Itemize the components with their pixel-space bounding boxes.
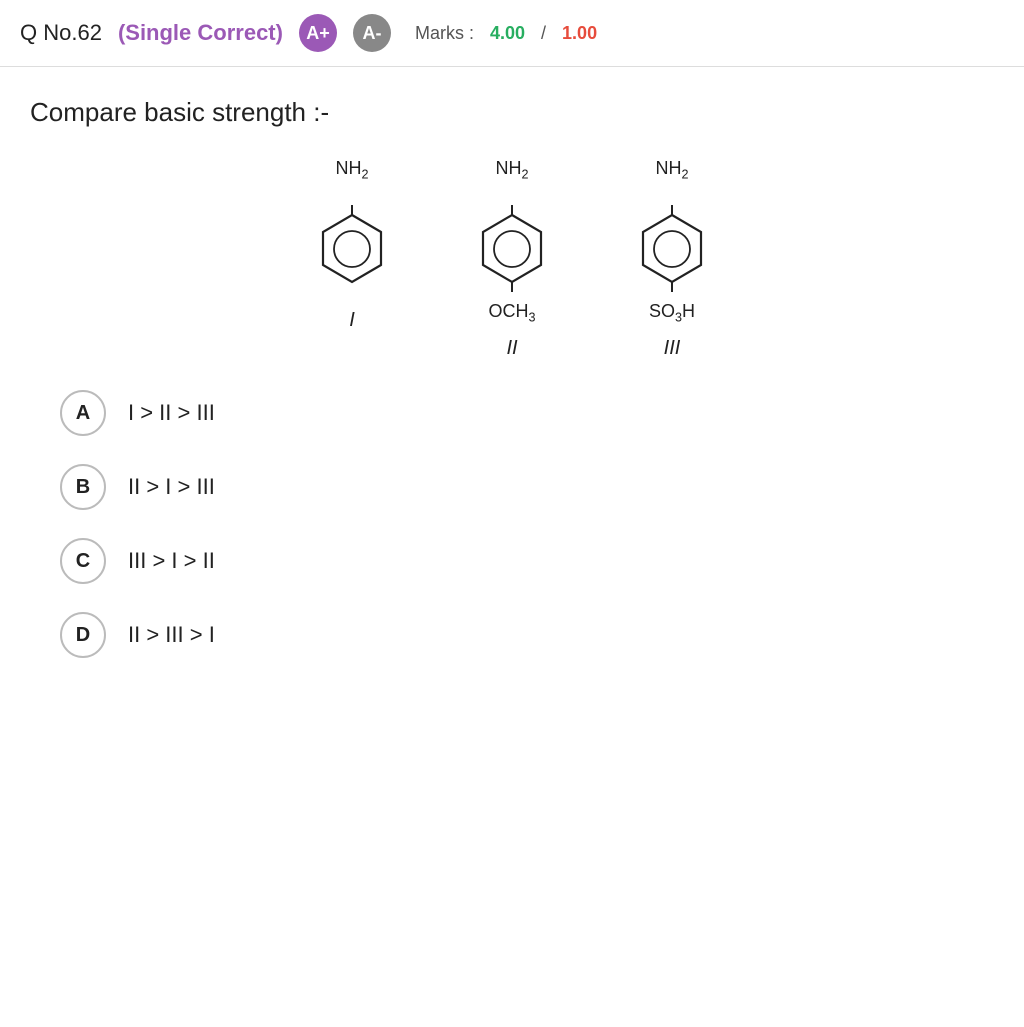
option-B[interactable]: B II > I > III bbox=[60, 464, 994, 510]
question-text: Compare basic strength :- bbox=[30, 97, 994, 128]
option-A-text: I > II > III bbox=[128, 400, 215, 426]
structure-II: NH2 OCH3 II bbox=[462, 158, 562, 360]
question-type: (Single Correct) bbox=[118, 20, 283, 46]
font-decrease-button[interactable]: A- bbox=[353, 14, 391, 52]
font-increase-button[interactable]: A+ bbox=[299, 14, 337, 52]
option-B-text: II > I > III bbox=[128, 474, 215, 500]
structure-I-label: I bbox=[349, 309, 355, 332]
option-D[interactable]: D II > III > I bbox=[60, 612, 994, 658]
structure-II-svg bbox=[462, 187, 562, 297]
marks-label: Marks : bbox=[415, 23, 474, 44]
structure-III-top-sub: NH2 bbox=[655, 158, 688, 183]
negative-marks: 1.00 bbox=[562, 23, 597, 44]
question-header: Q No.62 (Single Correct) A+ A- Marks : 4… bbox=[0, 0, 1024, 67]
structure-III-svg bbox=[622, 187, 722, 297]
marks-separator: / bbox=[541, 23, 546, 44]
question-number: Q No.62 bbox=[20, 20, 102, 46]
option-A-circle: A bbox=[60, 390, 106, 436]
structure-I-svg bbox=[302, 187, 402, 297]
structure-I: NH2 I bbox=[302, 158, 402, 332]
structure-II-label: II bbox=[506, 337, 517, 360]
structure-II-top-sub: NH2 bbox=[495, 158, 528, 183]
option-C-text: III > I > II bbox=[128, 548, 215, 574]
structure-III: NH2 SO3H III bbox=[622, 158, 722, 360]
positive-marks: 4.00 bbox=[490, 23, 525, 44]
chemical-structures: NH2 I NH2 OC bbox=[30, 158, 994, 360]
option-A[interactable]: A I > II > III bbox=[60, 390, 994, 436]
question-content: Compare basic strength :- NH2 I NH2 bbox=[0, 67, 1024, 1027]
structure-III-bottom-sub: SO3H bbox=[649, 301, 695, 326]
option-C[interactable]: C III > I > II bbox=[60, 538, 994, 584]
option-C-circle: C bbox=[60, 538, 106, 584]
option-B-circle: B bbox=[60, 464, 106, 510]
option-D-circle: D bbox=[60, 612, 106, 658]
option-D-text: II > III > I bbox=[128, 622, 215, 648]
structure-I-top-sub: NH2 bbox=[335, 158, 368, 183]
structure-III-label: III bbox=[664, 337, 681, 360]
structure-II-bottom-sub: OCH3 bbox=[488, 301, 535, 326]
options-list: A I > II > III B II > I > III C III > I … bbox=[30, 390, 994, 658]
